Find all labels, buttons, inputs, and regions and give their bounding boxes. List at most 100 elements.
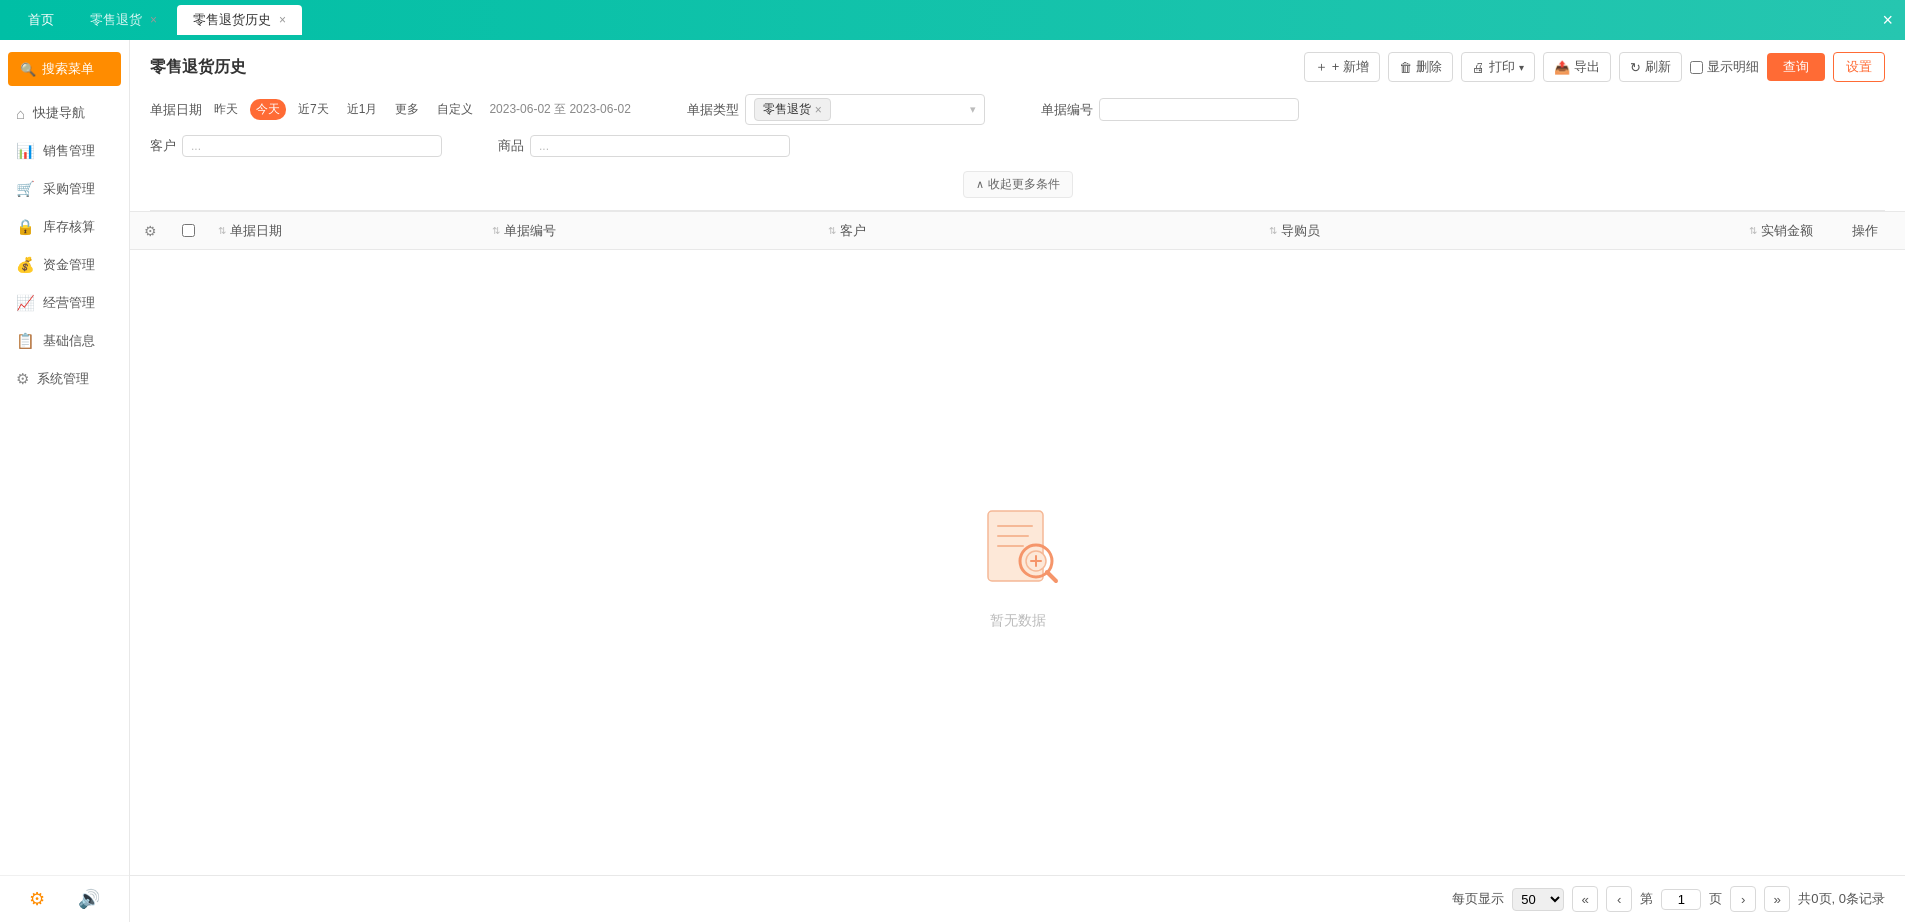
select-all-checkbox[interactable] (182, 224, 195, 237)
date-label: 单据日期 (150, 101, 202, 119)
sidebar-item-basic[interactable]: 📋 基础信息 (0, 322, 129, 360)
date-btn-7days[interactable]: 近7天 (292, 99, 335, 120)
export-button[interactable]: 📤 导出 (1543, 52, 1611, 82)
empty-state: 暂无数据 (130, 250, 1905, 875)
delete-button[interactable]: 🗑 删除 (1388, 52, 1453, 82)
tab-home[interactable]: 首页 (12, 5, 70, 35)
first-page-button[interactable]: « (1572, 886, 1598, 912)
date-btn-today[interactable]: 今天 (250, 99, 286, 120)
prev-page-button[interactable]: ‹ (1606, 886, 1632, 912)
doc-number-filter: 单据编号 (1041, 98, 1299, 121)
goods-select[interactable]: ... (530, 135, 790, 157)
customer-select[interactable]: ... (182, 135, 442, 157)
th-number: ⇅ 单据编号 (480, 222, 816, 240)
sales-icon: 📊 (16, 142, 35, 160)
sort-icon-amount: ⇅ (1749, 225, 1757, 236)
th-amount: ⇅ 实销金额 (1593, 222, 1825, 240)
print-button[interactable]: 🖨 打印 ▾ (1461, 52, 1535, 82)
goods-filter: 商品 ... (498, 135, 790, 157)
date-range-display: 2023-06-02 至 2023-06-02 (489, 101, 630, 118)
date-btn-more[interactable]: 更多 (389, 99, 425, 120)
doc-number-input[interactable] (1099, 98, 1299, 121)
show-detail-checkbox-label[interactable]: 显示明细 (1690, 58, 1759, 76)
sidebar-sound-icon[interactable]: 🔊 (78, 888, 100, 910)
goods-placeholder: ... (539, 139, 549, 153)
chevron-up-icon: ∧ (976, 178, 984, 191)
next-page-button[interactable]: › (1730, 886, 1756, 912)
doc-type-label: 单据类型 (687, 101, 739, 119)
window-close-button[interactable]: × (1882, 10, 1893, 31)
sort-icon-guide: ⇅ (1269, 225, 1277, 236)
sidebar: 🔍 搜索菜单 ⌂ 快捷导航 📊 销售管理 🛒 采购管理 🔒 库存核算 💰 资金管… (0, 40, 130, 922)
empty-text: 暂无数据 (990, 612, 1046, 630)
settings-button[interactable]: 设置 (1833, 52, 1885, 82)
filter-area: 单据日期 昨天 今天 近7天 近1月 更多 自定义 2023-06-02 至 2… (150, 94, 1885, 211)
page-number-input[interactable] (1661, 889, 1701, 910)
sidebar-item-label: 销售管理 (43, 142, 95, 160)
sidebar-item-label: 经营管理 (43, 294, 95, 312)
page-unit: 页 (1709, 890, 1722, 908)
sort-icon-number: ⇅ (492, 225, 500, 236)
filter-row-2: 客户 ... 商品 ... (150, 135, 1885, 157)
sidebar-item-finance[interactable]: 💰 资金管理 (0, 246, 129, 284)
basic-icon: 📋 (16, 332, 35, 350)
th-operation: 操作 (1825, 222, 1905, 240)
search-icon: 🔍 (20, 62, 36, 77)
th-checkbox[interactable] (170, 224, 206, 237)
top-bar: 首页 零售退货 × 零售退货历史 × × (0, 0, 1905, 40)
page-word: 第 (1640, 890, 1653, 908)
delete-icon: 🗑 (1399, 60, 1412, 75)
sidebar-item-stock[interactable]: 🔒 库存核算 (0, 208, 129, 246)
collapse-filter-button[interactable]: ∧ 收起更多条件 (963, 171, 1073, 198)
page-size-select[interactable]: 2050100 (1512, 888, 1564, 911)
sidebar-item-quick-nav[interactable]: ⌂ 快捷导航 (0, 94, 129, 132)
doc-type-select[interactable]: 零售退货 × ▾ (745, 94, 985, 125)
export-icon: 📤 (1554, 60, 1570, 75)
sidebar-settings-icon[interactable]: ⚙ (29, 888, 45, 910)
total-label: 共0页, 0条记录 (1798, 890, 1885, 908)
operation-icon: 📈 (16, 294, 35, 312)
page-size-label: 每页显示 (1452, 890, 1504, 908)
doc-number-label: 单据编号 (1041, 101, 1093, 119)
tab-close-history[interactable]: × (279, 13, 286, 27)
refresh-button[interactable]: ↻ 刷新 (1619, 52, 1682, 82)
sidebar-item-label: 基础信息 (43, 332, 95, 350)
refresh-icon: ↻ (1630, 60, 1641, 75)
date-btn-yesterday[interactable]: 昨天 (208, 99, 244, 120)
finance-icon: 💰 (16, 256, 35, 274)
sidebar-item-system[interactable]: ⚙ 系统管理 (0, 360, 129, 398)
new-button[interactable]: ＋ + 新增 (1304, 52, 1380, 82)
sidebar-item-sales[interactable]: 📊 销售管理 (0, 132, 129, 170)
date-btn-custom[interactable]: 自定义 (431, 99, 479, 120)
tab-retail-return[interactable]: 零售退货 × (74, 5, 173, 35)
th-date: ⇅ 单据日期 (206, 222, 480, 240)
table-container: ⚙ ⇅ 单据日期 ⇅ 单据编号 ⇅ 客户 ⇅ (130, 212, 1905, 875)
date-btn-1month[interactable]: 近1月 (341, 99, 384, 120)
sidebar-item-operation[interactable]: 📈 经营管理 (0, 284, 129, 322)
sidebar-item-purchase[interactable]: 🛒 采购管理 (0, 170, 129, 208)
th-customer: ⇅ 客户 (816, 222, 1256, 240)
sidebar-item-label: 快捷导航 (33, 104, 85, 122)
table-settings-icon[interactable]: ⚙ (144, 223, 157, 239)
goods-label: 商品 (498, 137, 524, 155)
home-icon: ⌂ (16, 105, 25, 122)
th-guide: ⇅ 导购员 (1257, 222, 1593, 240)
new-icon: ＋ (1315, 58, 1328, 76)
tag-close-icon[interactable]: × (815, 103, 822, 117)
table-header: ⚙ ⇅ 单据日期 ⇅ 单据编号 ⇅ 客户 ⇅ (130, 212, 1905, 250)
search-label: 搜索菜单 (42, 60, 94, 78)
page-title-row: 零售退货历史 ＋ + 新增 🗑 删除 🖨 打印 ▾ (150, 52, 1885, 82)
tab-close-retail-return[interactable]: × (150, 13, 157, 27)
query-button[interactable]: 查询 (1767, 53, 1825, 81)
th-settings[interactable]: ⚙ (130, 223, 170, 239)
print-icon: 🖨 (1472, 60, 1485, 75)
filter-row-1: 单据日期 昨天 今天 近7天 近1月 更多 自定义 2023-06-02 至 2… (150, 94, 1885, 125)
sort-icon-date: ⇅ (218, 225, 226, 236)
sidebar-search[interactable]: 🔍 搜索菜单 (8, 52, 121, 86)
sort-icon-customer: ⇅ (828, 225, 836, 236)
tab-retail-return-history[interactable]: 零售退货历史 × (177, 5, 302, 35)
last-page-button[interactable]: » (1764, 886, 1790, 912)
stock-icon: 🔒 (16, 218, 35, 236)
page-title: 零售退货历史 (150, 57, 246, 78)
show-detail-checkbox[interactable] (1690, 61, 1703, 74)
